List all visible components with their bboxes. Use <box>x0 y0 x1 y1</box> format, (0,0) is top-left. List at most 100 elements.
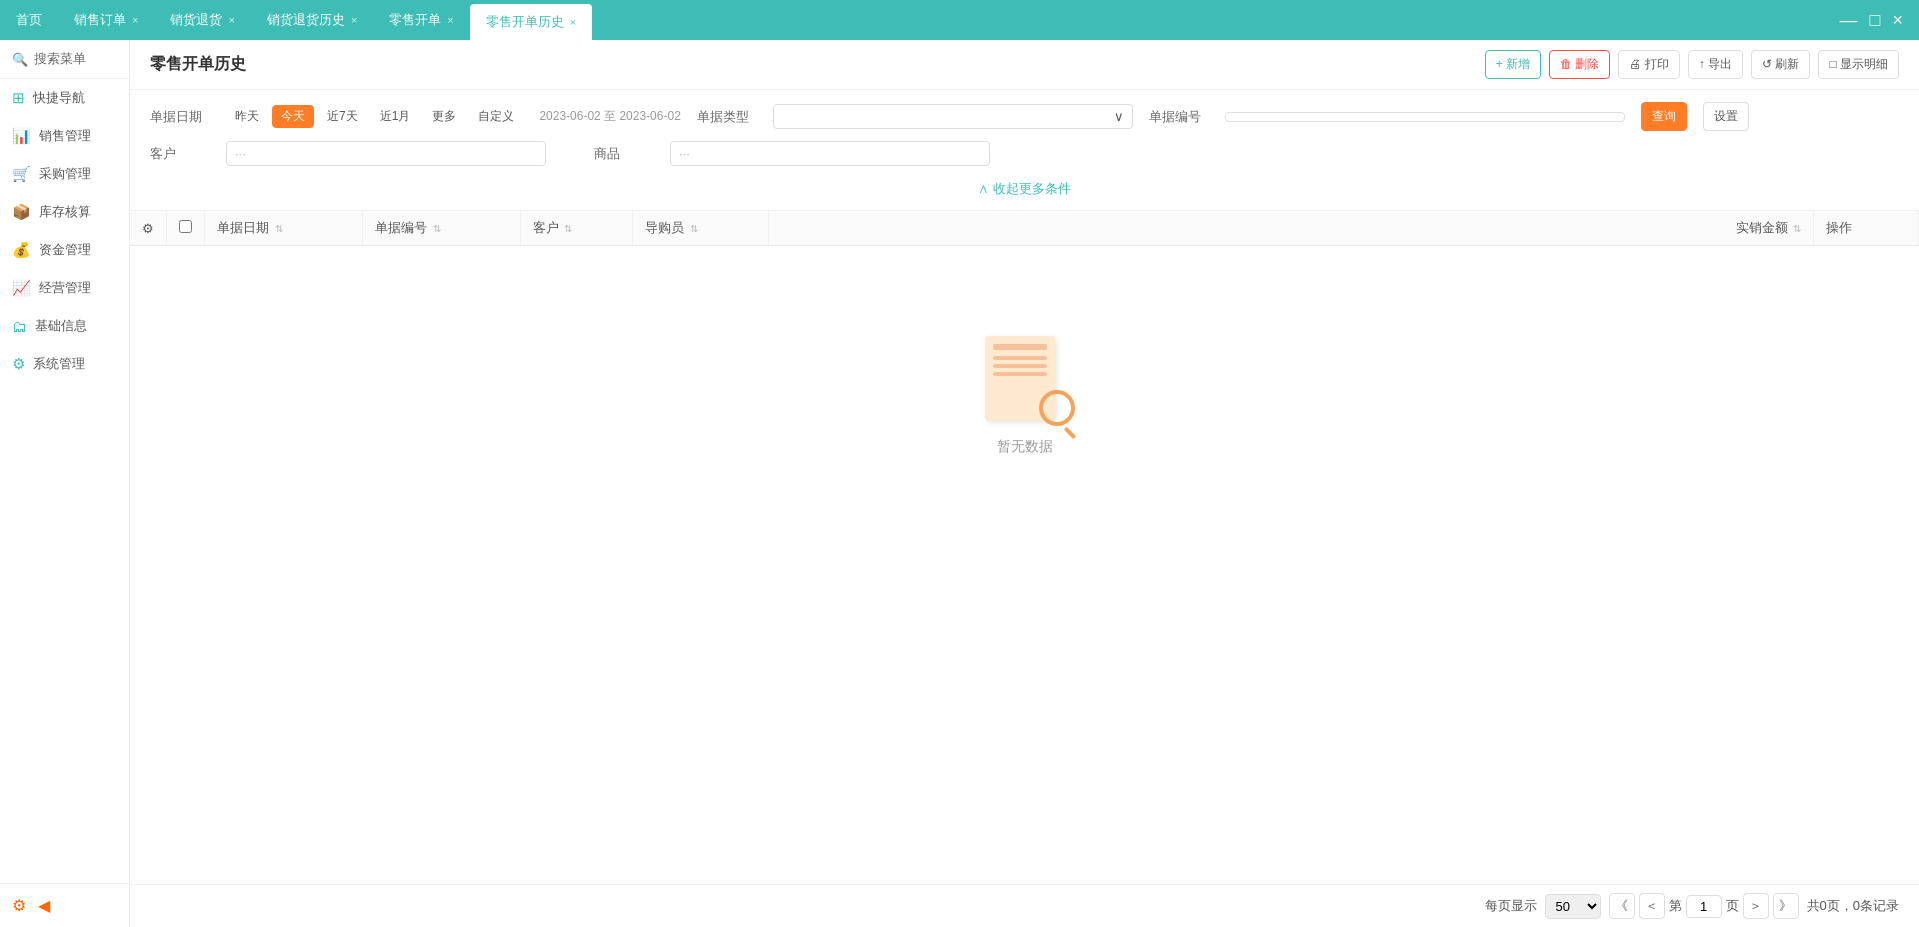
window-maximize-btn[interactable]: □ <box>1870 10 1881 31</box>
add-button[interactable]: + 新增 <box>1485 50 1541 79</box>
pagination-summary: 共0页，0条记录 <box>1807 897 1899 915</box>
query-button[interactable]: 查询 <box>1641 102 1687 131</box>
page-title: 零售开单历史 <box>150 54 1485 75</box>
sort-date-icon: ⇅ <box>275 223 283 234</box>
sidebar-item-purchase-mgmt[interactable]: 🛒 采购管理 <box>0 155 129 193</box>
purchase-icon: 🛒 <box>12 165 31 183</box>
date-btn-7days[interactable]: 近7天 <box>318 105 367 128</box>
empty-search-icon <box>1039 390 1075 426</box>
sidebar-item-label: 经营管理 <box>39 279 91 297</box>
sidebar-item-label: 库存核算 <box>39 203 91 221</box>
per-page-select[interactable]: 50 10 20 100 <box>1545 894 1601 919</box>
page-header: 零售开单历史 + 新增 🗑 删除 🖨 打印 ↑ 导出 ↺ 刷新 □ 显示明细 <box>130 40 1919 90</box>
print-button[interactable]: 🖨 打印 <box>1618 50 1679 79</box>
table-th-date[interactable]: 单据日期 ⇅ <box>205 211 363 246</box>
sidebar: 🔍 搜索菜单 ⊞ 快捷导航 📊 销售管理 🛒 采购管理 📦 库存核算 💰 资金管… <box>0 40 130 927</box>
close-tab-sales-return-history[interactable]: × <box>351 14 357 26</box>
delete-button[interactable]: 🗑 删除 <box>1549 50 1610 79</box>
content-area: 零售开单历史 + 新增 🗑 删除 🖨 打印 ↑ 导出 ↺ 刷新 □ 显示明细 单… <box>130 40 1919 927</box>
basic-info-icon: 🗂 <box>12 318 27 335</box>
inventory-icon: 📦 <box>12 203 31 221</box>
table-th-checkbox[interactable] <box>167 211 205 246</box>
empty-state: 暂无数据 <box>130 246 1919 536</box>
table-th-customer[interactable]: 客户 ⇅ <box>520 211 633 246</box>
sidebar-item-finance[interactable]: 💰 资金管理 <box>0 231 129 269</box>
first-page-btn[interactable]: 《 <box>1609 893 1635 919</box>
sys-icon: ⚙ <box>12 355 25 373</box>
close-tab-sales-order[interactable]: × <box>132 14 138 26</box>
date-btn-1month[interactable]: 近1月 <box>371 105 420 128</box>
refresh-button[interactable]: ↺ 刷新 <box>1751 50 1810 79</box>
close-tab-retail-open-history[interactable]: × <box>570 16 576 28</box>
table-th-settings[interactable]: ⚙ <box>130 211 167 246</box>
date-btn-yesterday[interactable]: 昨天 <box>226 105 268 128</box>
search-icon: 🔍 <box>12 52 28 67</box>
date-range-display: 2023-06-02 至 2023-06-02 <box>539 108 680 125</box>
table-th-guide[interactable]: 导购员 ⇅ <box>633 211 768 246</box>
sidebar-item-quick-nav[interactable]: ⊞ 快捷导航 <box>0 79 129 117</box>
settings-icon[interactable]: ⚙ <box>12 896 26 915</box>
sidebar-item-basic-info[interactable]: 🗂 基础信息 <box>0 307 129 345</box>
table-th-amount[interactable]: 实销金额 ⇅ <box>768 211 1814 246</box>
sidebar-search[interactable]: 🔍 搜索菜单 <box>0 40 129 79</box>
sidebar-item-inventory[interactable]: 📦 库存核算 <box>0 193 129 231</box>
goods-input-value: ··· <box>679 146 690 161</box>
prev-page-btn[interactable]: ＜ <box>1639 893 1665 919</box>
sort-number-icon: ⇅ <box>433 223 441 234</box>
date-btn-custom[interactable]: 自定义 <box>469 105 523 128</box>
sidebar-item-label: 系统管理 <box>33 355 85 373</box>
tab-retail-open[interactable]: 零售开单 × <box>373 0 469 40</box>
pagination-bar: 每页显示 50 10 20 100 《 ＜ 第 页 ＞ 》 共0页，0条记录 <box>130 884 1919 927</box>
date-btn-today[interactable]: 今天 <box>272 105 314 128</box>
sort-amount-icon: ⇅ <box>1793 223 1801 234</box>
goods-filter-label: 商品 <box>594 145 654 163</box>
sidebar-item-sys-mgmt[interactable]: ⚙ 系统管理 <box>0 345 129 383</box>
settings-filter-button[interactable]: 设置 <box>1703 102 1749 131</box>
top-bar: 首页 销售订单 × 销货退货 × 销货退货历史 × 零售开单 × 零售开单历史 … <box>0 0 1919 40</box>
select-all-checkbox[interactable] <box>179 220 192 233</box>
collapse-bar[interactable]: ∧ 收起更多条件 <box>150 176 1899 202</box>
table-th-number[interactable]: 单据编号 ⇅ <box>362 211 520 246</box>
sidebar-item-sales-mgmt[interactable]: 📊 销售管理 <box>0 117 129 155</box>
tab-sales-return-history[interactable]: 销货退货历史 × <box>251 0 373 40</box>
number-filter-label: 单据编号 <box>1149 108 1209 126</box>
page-input[interactable] <box>1686 895 1722 918</box>
page-nav: 《 ＜ 第 页 ＞ 》 <box>1609 893 1799 919</box>
goods-filter-input[interactable]: ··· <box>670 141 990 166</box>
header-actions: + 新增 🗑 删除 🖨 打印 ↑ 导出 ↺ 刷新 □ 显示明细 <box>1485 50 1899 79</box>
tab-sales-return[interactable]: 销货退货 × <box>154 0 250 40</box>
type-filter-select[interactable]: ∨ <box>773 104 1133 129</box>
date-filter-label: 单据日期 <box>150 108 210 126</box>
next-page-btn[interactable]: ＞ <box>1743 893 1769 919</box>
sidebar-item-operation[interactable]: 📈 经营管理 <box>0 269 129 307</box>
filter-area: 单据日期 昨天 今天 近7天 近1月 更多 自定义 2023-06-02 至 2… <box>130 90 1919 211</box>
operation-icon: 📈 <box>12 279 31 297</box>
number-filter-input[interactable] <box>1225 112 1625 122</box>
display-detail-button[interactable]: □ 显示明细 <box>1818 50 1899 79</box>
customer-input-value: ··· <box>235 146 246 161</box>
empty-text: 暂无数据 <box>997 438 1053 456</box>
tab-retail-open-history[interactable]: 零售开单历史 × <box>470 4 592 40</box>
page-label: 第 <box>1669 897 1682 915</box>
collapse-icon[interactable]: ◀ <box>38 896 50 915</box>
export-button[interactable]: ↑ 导出 <box>1688 50 1743 79</box>
last-page-btn[interactable]: 》 <box>1773 893 1799 919</box>
window-minimize-btn[interactable]: — <box>1840 10 1858 31</box>
window-close-btn[interactable]: × <box>1892 10 1903 31</box>
tab-home[interactable]: 首页 <box>0 0 58 40</box>
table-area: ⚙ 单据日期 ⇅ 单据编号 ⇅ 客户 <box>130 211 1919 884</box>
empty-illustration <box>975 326 1075 426</box>
sales-icon: 📊 <box>12 127 31 145</box>
date-filter-buttons: 昨天 今天 近7天 近1月 更多 自定义 <box>226 105 523 128</box>
tab-sales-order[interactable]: 销售订单 × <box>58 0 154 40</box>
finance-icon: 💰 <box>12 241 31 259</box>
close-tab-sales-return[interactable]: × <box>228 14 234 26</box>
sidebar-item-label: 销售管理 <box>39 127 91 145</box>
per-page-label: 每页显示 <box>1485 897 1537 915</box>
sidebar-item-label: 资金管理 <box>39 241 91 259</box>
close-tab-retail-open[interactable]: × <box>447 14 453 26</box>
date-btn-more[interactable]: 更多 <box>423 105 465 128</box>
sidebar-bottom: ⚙ ◀ <box>0 883 129 927</box>
customer-filter-input[interactable]: ··· <box>226 141 546 166</box>
collapse-label: ∧ 收起更多条件 <box>978 180 1071 198</box>
